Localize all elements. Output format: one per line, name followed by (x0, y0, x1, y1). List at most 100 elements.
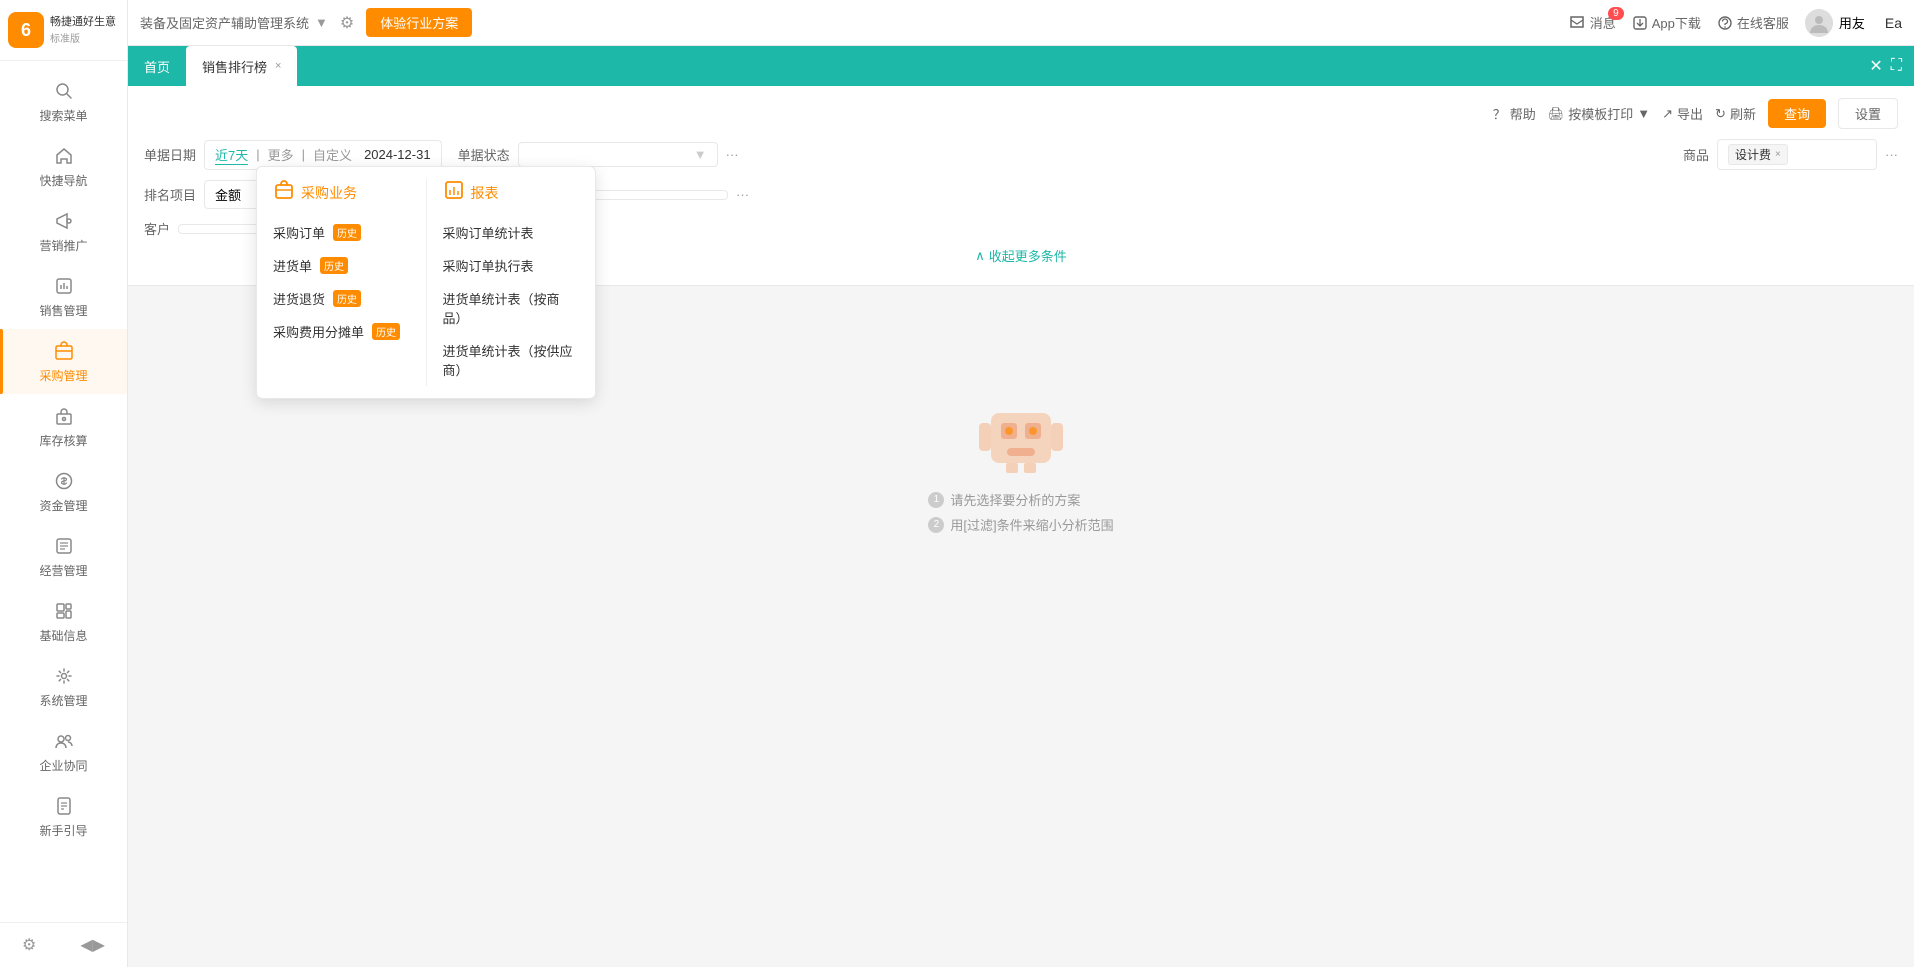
goods-filter: 商品 设计费 × ··· (1683, 139, 1898, 170)
sidebar-collapse-icon[interactable]: ◀▶ (80, 935, 105, 955)
goods-tag-close[interactable]: × (1775, 149, 1781, 160)
refresh-btn[interactable]: ↻ 刷新 (1715, 104, 1756, 123)
sidebar-label-inventory: 库存核算 (39, 432, 87, 449)
active-indicator (0, 329, 3, 394)
sidebar-label-guide: 新手引导 (39, 822, 87, 839)
date-value: 2024-12-31 (364, 147, 431, 162)
sidebar-item-system[interactable]: 系统管理 (0, 654, 127, 719)
status-filter: 单据状态 ▼ ··· (458, 142, 739, 167)
help-btn[interactable]: ？ 帮助 (1493, 104, 1536, 123)
dropdown-purchase-order-exec[interactable]: 采购订单执行表 (439, 249, 584, 282)
user-menu[interactable]: 用友 (1805, 9, 1865, 37)
topbar: 装备及固定资产辅助管理系统 ▼ ⚙ 体验行业方案 消息 9 App下载 在线客服 (128, 0, 1914, 46)
tab-close-icon[interactable]: × (275, 60, 281, 72)
sidebar-item-search[interactable]: 搜索菜单 (0, 69, 127, 134)
print-btn[interactable]: 🖨 按模板打印 ▼ (1548, 104, 1650, 123)
settings-button[interactable]: 设置 (1838, 98, 1898, 129)
sidebar: 6 畅捷通好生意 标准版 搜索菜单 快捷导航 (0, 0, 128, 967)
step-1-text: 请先选择要分析的方案 (950, 490, 1080, 509)
purchase-order-stats-label: 采购订单统计表 (443, 223, 534, 242)
home-nav-icon (52, 144, 76, 168)
sidebar-label-sales: 销售管理 (39, 302, 87, 319)
purchase-expense-label: 采购费用分摊单 (273, 322, 364, 341)
history-badge-1[interactable]: 历史 (320, 257, 348, 274)
messages-btn[interactable]: 消息 9 (1568, 13, 1616, 32)
industry-btn[interactable]: 体验行业方案 (366, 8, 472, 37)
date-sep: | (256, 147, 259, 162)
goods-tag: 设计费 × (1728, 144, 1788, 165)
user-label: 用友 (1839, 13, 1865, 32)
history-badge-3[interactable]: 历史 (372, 323, 400, 340)
rank-label: 排名项目 (144, 185, 196, 204)
dropdown-purchase-order[interactable]: 采购订单 历史 (269, 216, 414, 249)
empty-step-1: 1 请先选择要分析的方案 (928, 490, 1113, 509)
system-nav-icon (52, 664, 76, 688)
status-label: 单据状态 (458, 145, 510, 164)
sidebar-settings-icon[interactable]: ⚙ (22, 935, 36, 955)
dropdown-inbound[interactable]: 进货单 历史 (269, 249, 414, 282)
sidebar-item-operations[interactable]: 经营管理 (0, 524, 127, 589)
purchase-section-icon (273, 179, 295, 206)
tab-home[interactable]: 首页 (128, 46, 186, 86)
date-options-more[interactable]: 更多 (268, 145, 294, 164)
sidebar-label-purchase: 采购管理 (39, 367, 87, 384)
sidebar-item-inventory[interactable]: 库存核算 (0, 394, 127, 459)
status-more-icon[interactable]: ··· (726, 147, 739, 162)
purchase-order-exec-label: 采购订单执行表 (443, 256, 534, 275)
export-btn[interactable]: ↗ 导出 (1662, 104, 1703, 123)
app-download-btn[interactable]: App下载 (1632, 13, 1701, 32)
main-area: 装备及固定资产辅助管理系统 ▼ ⚙ 体验行业方案 消息 9 App下载 在线客服 (128, 0, 1914, 967)
dropdown-purchase-expense[interactable]: 采购费用分摊单 历史 (269, 315, 414, 348)
date-input[interactable]: 近7天 | 更多 | 自定义 2024-12-31 (204, 140, 442, 170)
print-icon: 🖨 (1548, 106, 1565, 122)
tab-sales-ranking[interactable]: 销售排行榜 × (186, 46, 297, 86)
date-options-custom[interactable]: 自定义 (313, 145, 352, 164)
tabs-bar-right: ✕ ⛶ (1869, 56, 1914, 76)
status-select[interactable]: ▼ (518, 142, 718, 167)
sidebar-item-finance[interactable]: 资金管理 (0, 459, 127, 524)
marketing-nav-icon (52, 209, 76, 233)
status-dropdown-icon: ▼ (694, 147, 707, 162)
sidebar-item-purchase[interactable]: 采购管理 (0, 329, 127, 394)
inbound-label: 进货单 (273, 256, 312, 275)
staff-more-icon[interactable]: ··· (736, 187, 749, 202)
sidebar-label-finance: 资金管理 (39, 497, 87, 514)
refresh-icon: ↻ (1715, 106, 1726, 122)
goods-input[interactable]: 设计费 × (1717, 139, 1877, 170)
history-badge-0[interactable]: 历史 (333, 224, 361, 241)
sidebar-item-base[interactable]: 基础信息 (0, 589, 127, 654)
sidebar-item-marketing[interactable]: 营销推广 (0, 199, 127, 264)
customer-label: 客户 (144, 219, 170, 238)
content-area: ？ 帮助 🖨 按模板打印 ▼ ↗ 导出 ↻ 刷新 (128, 86, 1914, 967)
sidebar-nav: 搜索菜单 快捷导航 营销推广 销售管理 (0, 61, 127, 922)
dropdown-inbound-stats-goods[interactable]: 进货单统计表（按商品） (439, 282, 584, 334)
dropdown-purchase-order-stats[interactable]: 采购订单统计表 (439, 216, 584, 249)
logo-area: 6 畅捷通好生意 标准版 (0, 0, 127, 61)
goods-more-icon[interactable]: ··· (1885, 147, 1898, 162)
purchase-section-title: 采购业务 (269, 179, 414, 206)
date-options-7days[interactable]: 近7天 (215, 145, 248, 165)
collapse-icon: ∧ (975, 248, 985, 264)
purchase-section: 采购业务 采购订单 历史 进货单 历史 进货退货 历史 (257, 179, 426, 386)
sidebar-item-sales[interactable]: 销售管理 (0, 264, 127, 329)
app-download-label: App下载 (1652, 13, 1701, 32)
tab-active-label: 销售排行榜 (202, 57, 267, 76)
history-badge-2[interactable]: 历史 (333, 290, 361, 307)
collapse-label: 收起更多条件 (989, 246, 1067, 265)
sidebar-item-quicknav[interactable]: 快捷导航 (0, 134, 127, 199)
system-title: 装备及固定资产辅助管理系统 (140, 13, 309, 32)
inventory-nav-icon (52, 404, 76, 428)
sidebar-item-guide[interactable]: 新手引导 (0, 784, 127, 849)
tab-bar-close-icon[interactable]: ✕ (1869, 56, 1882, 76)
system-title-dropdown-icon[interactable]: ▼ (315, 15, 328, 30)
topbar-settings-icon[interactable]: ⚙ (340, 13, 354, 33)
query-button[interactable]: 查询 (1768, 99, 1826, 128)
tab-bar-expand-icon[interactable]: ⛶ (1891, 57, 1902, 75)
sidebar-label-quicknav: 快捷导航 (39, 172, 87, 189)
finance-nav-icon (52, 469, 76, 493)
sidebar-item-enterprise[interactable]: 企业协同 (0, 719, 127, 784)
online-service-btn[interactable]: 在线客服 (1717, 13, 1789, 32)
dropdown-inbound-return[interactable]: 进货退货 历史 (269, 282, 414, 315)
inbound-stats-goods-label: 进货单统计表（按商品） (443, 289, 580, 327)
dropdown-inbound-stats-supplier[interactable]: 进货单统计表（按供应商） (439, 334, 584, 386)
